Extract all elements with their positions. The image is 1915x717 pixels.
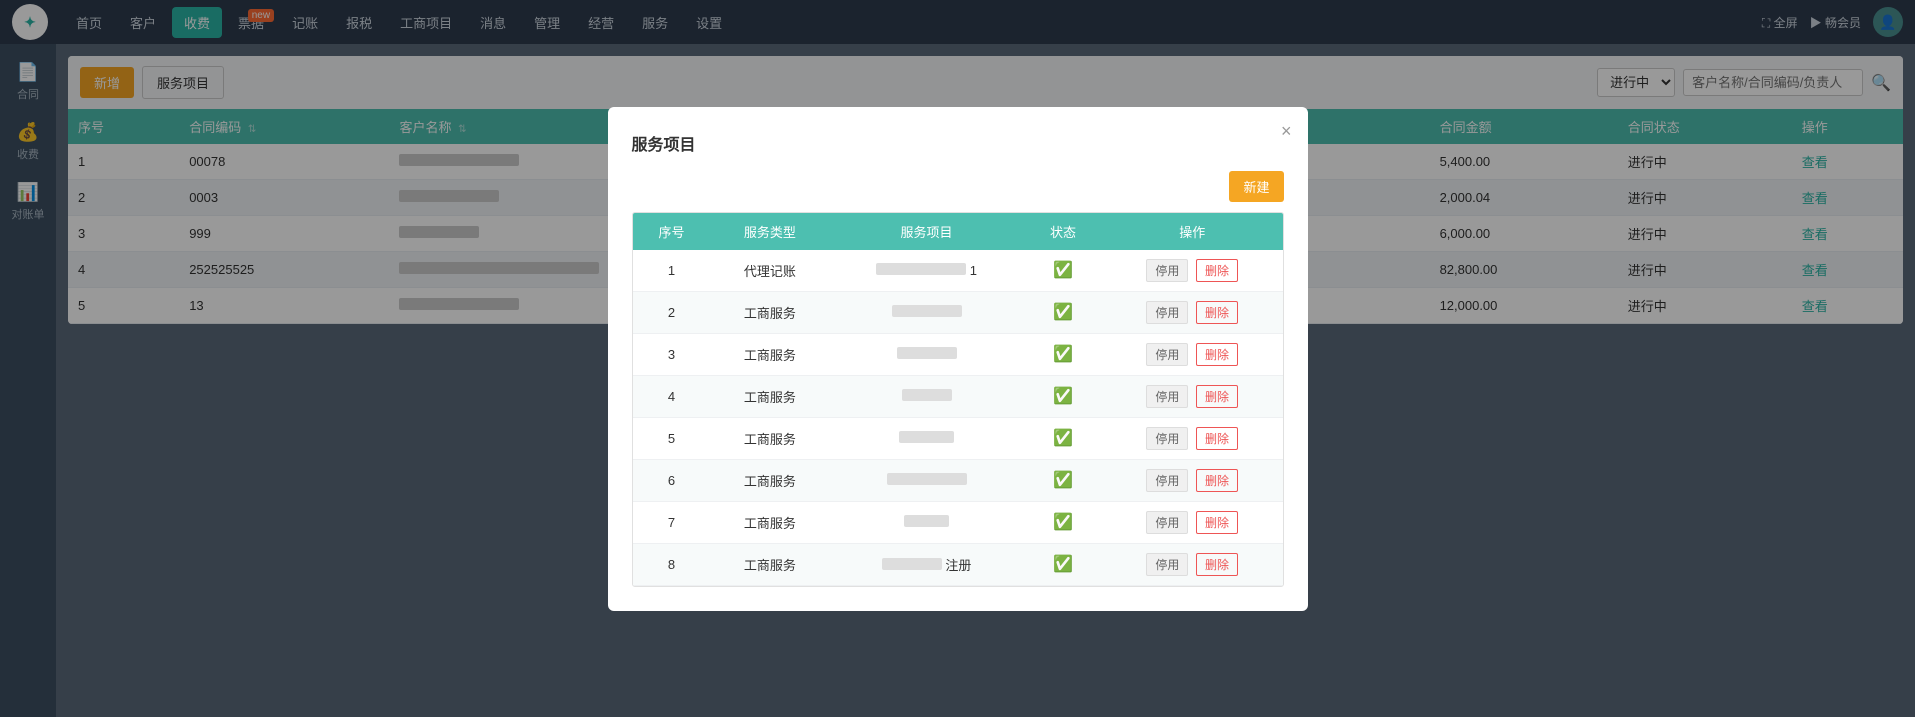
svc-status: ✅ bbox=[1024, 250, 1102, 292]
svc-actions: 停用 删除 bbox=[1102, 543, 1283, 585]
svc-seq: 3 bbox=[633, 333, 711, 375]
list-item: 5 工商服务 ✅ 停用 删除 bbox=[633, 417, 1283, 459]
modal-title: 服务项目 bbox=[632, 131, 1284, 155]
svc-col-action: 操作 bbox=[1102, 213, 1283, 250]
delete-button[interactable]: 删除 bbox=[1196, 427, 1238, 450]
svc-actions: 停用 删除 bbox=[1102, 459, 1283, 501]
list-item: 3 工商服务 ✅ 停用 删除 bbox=[633, 333, 1283, 375]
delete-button[interactable]: 删除 bbox=[1196, 385, 1238, 408]
svc-seq: 1 bbox=[633, 250, 711, 292]
svc-actions: 停用 删除 bbox=[1102, 333, 1283, 375]
svc-status: ✅ bbox=[1024, 501, 1102, 543]
svc-seq: 4 bbox=[633, 375, 711, 417]
svc-item bbox=[829, 459, 1024, 501]
svc-item: 注册 bbox=[829, 543, 1024, 585]
stop-button[interactable]: 停用 bbox=[1146, 259, 1188, 282]
delete-button[interactable]: 删除 bbox=[1196, 259, 1238, 282]
delete-button[interactable]: 删除 bbox=[1196, 511, 1238, 534]
svc-actions: 停用 删除 bbox=[1102, 375, 1283, 417]
svc-col-seq: 序号 bbox=[633, 213, 711, 250]
svc-item bbox=[829, 417, 1024, 459]
delete-button[interactable]: 删除 bbox=[1196, 553, 1238, 576]
stop-button[interactable]: 停用 bbox=[1146, 553, 1188, 576]
svc-type: 工商服务 bbox=[711, 417, 830, 459]
svc-status: ✅ bbox=[1024, 375, 1102, 417]
stop-button[interactable]: 停用 bbox=[1146, 511, 1188, 534]
svc-type: 代理记账 bbox=[711, 250, 830, 292]
delete-button[interactable]: 删除 bbox=[1196, 469, 1238, 492]
svc-type: 工商服务 bbox=[711, 501, 830, 543]
svc-seq: 7 bbox=[633, 501, 711, 543]
svc-seq: 6 bbox=[633, 459, 711, 501]
svc-type: 工商服务 bbox=[711, 459, 830, 501]
service-modal: × 服务项目 新建 序号 服务类型 服务项目 状态 操作 1 代理记账 1 bbox=[608, 107, 1308, 611]
svc-col-type: 服务类型 bbox=[711, 213, 830, 250]
svc-item: 1 bbox=[829, 250, 1024, 292]
svc-status: ✅ bbox=[1024, 543, 1102, 585]
svc-actions: 停用 删除 bbox=[1102, 501, 1283, 543]
modal-toolbar: 新建 bbox=[632, 171, 1284, 202]
svc-seq: 8 bbox=[633, 543, 711, 585]
svc-actions: 停用 删除 bbox=[1102, 250, 1283, 292]
svc-actions: 停用 删除 bbox=[1102, 417, 1283, 459]
stop-button[interactable]: 停用 bbox=[1146, 469, 1188, 492]
svc-item bbox=[829, 333, 1024, 375]
list-item: 2 工商服务 ✅ 停用 删除 bbox=[633, 291, 1283, 333]
service-table-wrap: 序号 服务类型 服务项目 状态 操作 1 代理记账 1 ✅ 停用 删除 2 工商… bbox=[632, 212, 1284, 587]
stop-button[interactable]: 停用 bbox=[1146, 385, 1188, 408]
svc-seq: 5 bbox=[633, 417, 711, 459]
svc-seq: 2 bbox=[633, 291, 711, 333]
svc-item bbox=[829, 291, 1024, 333]
svc-item bbox=[829, 375, 1024, 417]
svc-status: ✅ bbox=[1024, 291, 1102, 333]
svc-type: 工商服务 bbox=[711, 333, 830, 375]
svc-type: 工商服务 bbox=[711, 291, 830, 333]
service-table: 序号 服务类型 服务项目 状态 操作 1 代理记账 1 ✅ 停用 删除 2 工商… bbox=[633, 213, 1283, 586]
svc-type: 工商服务 bbox=[711, 375, 830, 417]
delete-button[interactable]: 删除 bbox=[1196, 301, 1238, 324]
svc-status: ✅ bbox=[1024, 417, 1102, 459]
svc-type: 工商服务 bbox=[711, 543, 830, 585]
list-item: 6 工商服务 ✅ 停用 删除 bbox=[633, 459, 1283, 501]
list-item: 8 工商服务 注册 ✅ 停用 删除 bbox=[633, 543, 1283, 585]
new-service-button[interactable]: 新建 bbox=[1229, 171, 1283, 202]
svc-item bbox=[829, 501, 1024, 543]
list-item: 1 代理记账 1 ✅ 停用 删除 bbox=[633, 250, 1283, 292]
list-item: 7 工商服务 ✅ 停用 删除 bbox=[633, 501, 1283, 543]
svc-col-status: 状态 bbox=[1024, 213, 1102, 250]
svc-col-item: 服务项目 bbox=[829, 213, 1024, 250]
svc-status: ✅ bbox=[1024, 459, 1102, 501]
stop-button[interactable]: 停用 bbox=[1146, 427, 1188, 450]
modal-close-button[interactable]: × bbox=[1281, 121, 1292, 142]
stop-button[interactable]: 停用 bbox=[1146, 343, 1188, 366]
svc-actions: 停用 删除 bbox=[1102, 291, 1283, 333]
svc-status: ✅ bbox=[1024, 333, 1102, 375]
stop-button[interactable]: 停用 bbox=[1146, 301, 1188, 324]
delete-button[interactable]: 删除 bbox=[1196, 343, 1238, 366]
list-item: 4 工商服务 ✅ 停用 删除 bbox=[633, 375, 1283, 417]
modal-overlay[interactable]: × 服务项目 新建 序号 服务类型 服务项目 状态 操作 1 代理记账 1 bbox=[0, 0, 1915, 717]
